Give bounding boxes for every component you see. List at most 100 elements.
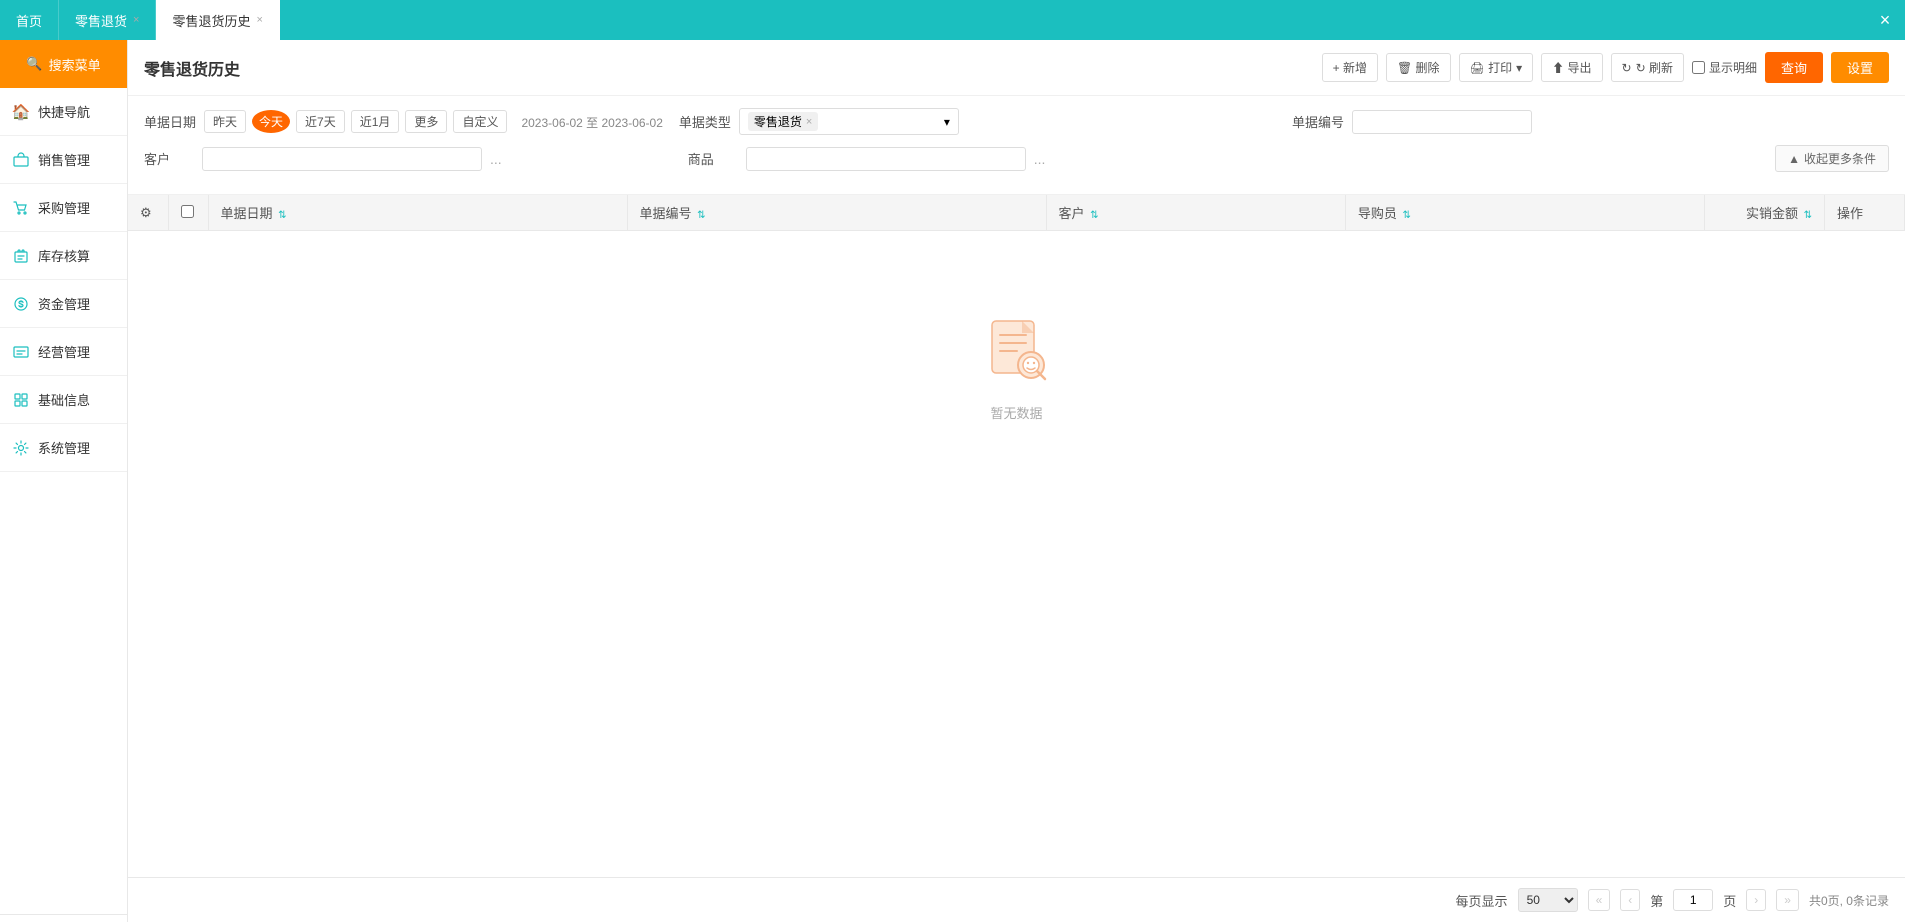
prev-page-button[interactable]: ‹ — [1620, 889, 1640, 911]
tab-home[interactable]: 首页 — [0, 0, 59, 40]
date-btn-more[interactable]: 更多 — [405, 110, 447, 133]
th-date-label: 单据日期 — [221, 206, 273, 221]
date-btn-yesterday[interactable]: 昨天 — [204, 110, 246, 133]
next-page-button[interactable]: › — [1746, 889, 1766, 911]
first-page-button[interactable]: « — [1588, 889, 1611, 911]
page-size-label: 每页显示 — [1456, 891, 1508, 910]
th-number: 单据编号 ⇅ — [627, 195, 1046, 231]
show-detail-checkbox[interactable] — [1692, 61, 1705, 74]
sidebar-item-system[interactable]: 系统管理 — [0, 424, 127, 472]
th-customer-sort-icon[interactable]: ⇅ — [1090, 210, 1098, 221]
customer-filter-input[interactable] — [202, 147, 482, 171]
search-menu-button[interactable]: 🔍 搜索菜单 — [0, 40, 127, 88]
tab-home-label: 首页 — [16, 11, 42, 30]
sidebar-item-basic-info-label: 基础信息 — [38, 390, 90, 409]
show-detail-checkbox-label[interactable]: 显示明细 — [1692, 59, 1757, 76]
sidebar-item-management[interactable]: 经营管理 — [0, 328, 127, 376]
page-number-input[interactable] — [1673, 889, 1713, 911]
print-dropdown-icon[interactable]: ▾ — [1516, 61, 1522, 75]
sidebar-item-system-label: 系统管理 — [38, 438, 90, 457]
page-size-select[interactable]: 50 100 200 — [1518, 888, 1578, 912]
print-button[interactable]: 🖨 打印 ▾ — [1459, 53, 1534, 82]
pagination-bar: 每页显示 50 100 200 « ‹ 第 页 › » 共0页, 0条记录 — [128, 877, 1905, 922]
sidebar-item-shortcuts-label: 快捷导航 — [38, 102, 90, 121]
inventory-icon — [12, 247, 30, 265]
tab-retail-return-label: 零售退货 — [75, 11, 127, 30]
basic-info-icon — [12, 391, 30, 409]
date-btn-today[interactable]: 今天 — [252, 110, 290, 133]
type-filter-dropdown-icon[interactable]: ▾ — [944, 115, 950, 129]
th-checkbox — [168, 195, 208, 231]
th-operation: 操作 — [1825, 195, 1905, 231]
refresh-icon: ↻ — [1622, 61, 1632, 75]
finance-icon — [12, 295, 30, 313]
sidebar-item-finance[interactable]: 资金管理 — [0, 280, 127, 328]
th-number-label: 单据编号 — [640, 206, 692, 221]
tab-list: 首页 零售退货 × 零售退货历史 × — [0, 0, 1865, 40]
date-filter-field: 单据日期 昨天 今天 近7天 近1月 — [144, 110, 663, 133]
tab-retail-return-close[interactable]: × — [133, 14, 139, 26]
sidebar-item-sales-label: 销售管理 — [38, 150, 90, 169]
new-button[interactable]: + 新增 — [1322, 53, 1378, 82]
empty-state: 暂无数据 — [128, 231, 1905, 502]
tab-retail-return-history[interactable]: 零售退货历史 × — [156, 0, 279, 40]
page-header: 零售退货历史 + 新增 🗑 删除 🖨 打印 ▾ ⬆ 导出 ↻ ↻ 刷新 — [128, 40, 1905, 96]
sales-icon — [12, 151, 30, 169]
main-content: 零售退货历史 + 新增 🗑 删除 🖨 打印 ▾ ⬆ 导出 ↻ ↻ 刷新 — [128, 40, 1905, 922]
th-number-sort-icon[interactable]: ⇅ — [697, 210, 705, 221]
date-btn-1month[interactable]: 近1月 — [351, 110, 400, 133]
export-button[interactable]: ⬆ 导出 — [1541, 53, 1602, 82]
search-menu-label: 搜索菜单 — [49, 55, 101, 74]
date-filter-label: 单据日期 — [144, 112, 196, 131]
th-date-sort-icon[interactable]: ⇅ — [278, 210, 286, 221]
sidebar-item-purchase[interactable]: 采购管理 — [0, 184, 127, 232]
date-range-display: 2023-06-02 至 2023-06-02 — [521, 114, 662, 131]
number-filter-input[interactable] — [1352, 110, 1532, 134]
sidebar-item-sales[interactable]: 销售管理 — [0, 136, 127, 184]
empty-text: 暂无数据 — [990, 403, 1042, 422]
management-icon — [12, 343, 30, 361]
customer-filter-dots[interactable]: ... — [490, 151, 502, 167]
th-guide-sort-icon[interactable]: ⇅ — [1402, 210, 1410, 221]
date-btn-7days[interactable]: 近7天 — [296, 110, 345, 133]
window-close-button[interactable]: × — [1865, 0, 1905, 40]
tab-retail-return-history-close[interactable]: × — [256, 14, 262, 26]
goods-filter-field: 商品 ... — [688, 147, 1216, 171]
search-icon: 🔍 — [26, 56, 42, 72]
page-title: 零售退货历史 — [144, 56, 240, 80]
query-button[interactable]: 查询 — [1765, 52, 1823, 83]
collapse-filter-label: 收起更多条件 — [1804, 150, 1876, 167]
data-table: ⚙ 单据日期 ⇅ 单据编号 ⇅ — [128, 195, 1905, 231]
system-icon — [12, 439, 30, 457]
setting-button[interactable]: 设置 — [1831, 52, 1889, 83]
date-btn-custom[interactable]: 自定义 — [453, 110, 507, 133]
goods-filter-dots[interactable]: ... — [1034, 151, 1046, 167]
filter-area: 单据日期 昨天 今天 近7天 近1月 — [128, 96, 1905, 195]
gear-icon[interactable]: ⚙ — [140, 205, 152, 220]
sidebar-item-basic-info[interactable]: 基础信息 — [0, 376, 127, 424]
table-header-row: ⚙ 单据日期 ⇅ 单据编号 ⇅ — [128, 195, 1905, 231]
goods-filter-label: 商品 — [688, 149, 738, 168]
sidebar-nav: 🏠 快捷导航 销售管理 采购管理 库存核算 — [0, 88, 127, 914]
type-filter-tag-text: 零售退货 — [754, 113, 802, 130]
type-filter-select[interactable]: 零售退货 × ▾ — [739, 108, 959, 135]
collapse-filter-button[interactable]: ▲ 收起更多条件 — [1775, 145, 1889, 172]
delete-button[interactable]: 🗑 删除 — [1386, 53, 1451, 82]
last-page-button[interactable]: » — [1776, 889, 1799, 911]
type-filter-tag-close[interactable]: × — [806, 116, 812, 128]
filter-row-1: 单据日期 昨天 今天 近7天 近1月 — [144, 108, 1889, 135]
sidebar-item-management-label: 经营管理 — [38, 342, 90, 361]
th-gear: ⚙ — [128, 195, 168, 231]
setting-button-label: 设置 — [1847, 61, 1873, 76]
refresh-button[interactable]: ↻ ↻ 刷新 — [1611, 53, 1684, 82]
sidebar-item-shortcuts[interactable]: 🏠 快捷导航 — [0, 88, 127, 136]
select-all-checkbox[interactable] — [181, 205, 194, 218]
th-operation-label: 操作 — [1837, 206, 1863, 221]
tab-retail-return[interactable]: 零售退货 × — [59, 0, 156, 40]
sidebar-item-inventory[interactable]: 库存核算 — [0, 232, 127, 280]
sidebar: 🔍 搜索菜单 🏠 快捷导航 销售管理 采购管理 — [0, 40, 128, 922]
sidebar-bottom: ⚙ ◀ — [0, 914, 127, 922]
goods-filter-input[interactable] — [746, 147, 1026, 171]
number-filter-label: 单据编号 — [1292, 112, 1344, 131]
th-amount-sort-icon[interactable]: ⇅ — [1804, 210, 1812, 221]
